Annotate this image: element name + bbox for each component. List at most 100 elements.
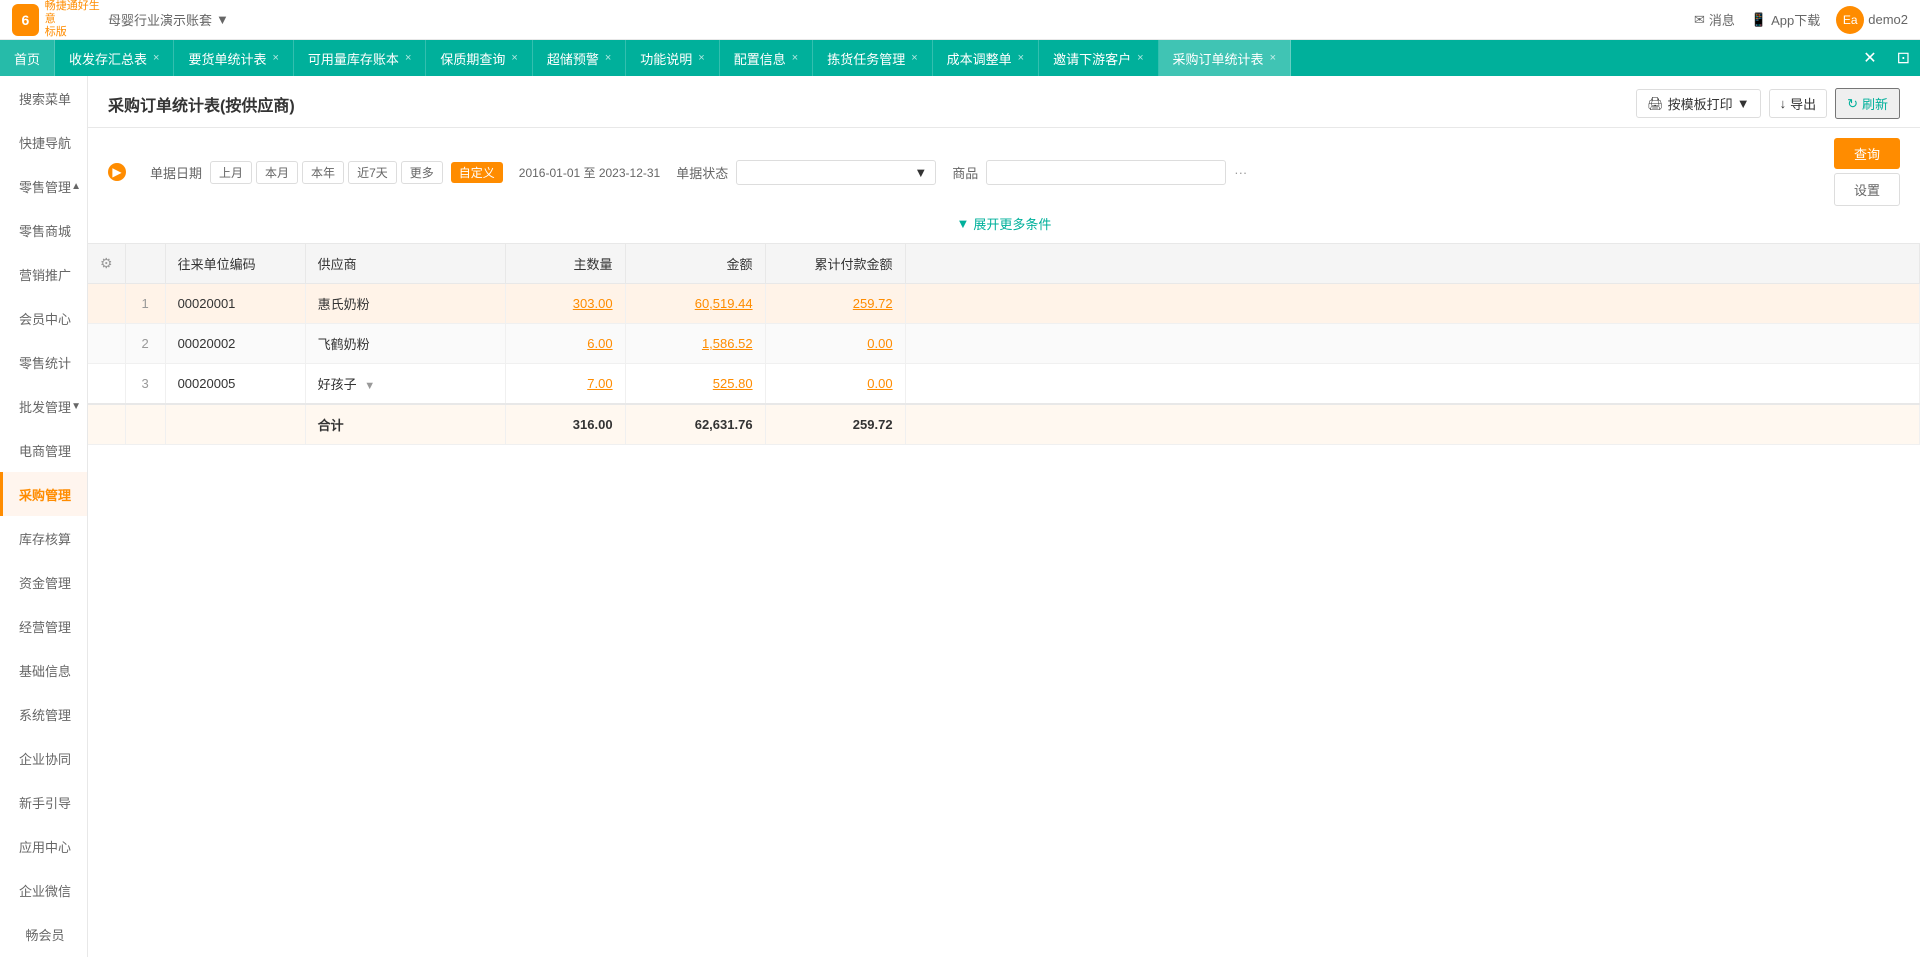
collapse-row: ▼ 展开更多条件	[108, 214, 1900, 233]
sidebar-item-retail-mgmt[interactable]: 零售管理 ▲	[0, 164, 87, 208]
tab-chengben[interactable]: 成本调整单 ×	[933, 40, 1039, 76]
footer-paid-cell: 259.72	[765, 404, 905, 445]
col-settings: ⚙	[88, 244, 125, 284]
page-actions: 🖨 按模板打印 ▼ ↓ 导出 ↻ 刷新	[1636, 88, 1900, 119]
tab-yaohuo[interactable]: 要货单统计表 ×	[174, 40, 293, 76]
footer-qty-cell: 316.00	[505, 404, 625, 445]
sidebar-item-system[interactable]: 系统管理	[0, 693, 87, 737]
sidebar-item-wechat[interactable]: 企业微信	[0, 869, 87, 913]
close-icon[interactable]: ×	[605, 52, 611, 64]
row-paid-cell: 0.00	[765, 324, 905, 364]
sidebar-item-retail-shop[interactable]: 零售商城	[0, 208, 87, 252]
tab-yaoqing[interactable]: 邀请下游客户 ×	[1039, 40, 1158, 76]
close-icon[interactable]: ×	[405, 52, 411, 64]
tab-peizhi[interactable]: 配置信息 ×	[720, 40, 813, 76]
date-range-item: 2016-01-01 至 2023-12-31	[519, 164, 660, 181]
date-more-button[interactable]: 更多	[401, 161, 443, 184]
page-header: 采购订单统计表(按供应商) 🖨 按模板打印 ▼ ↓ 导出 ↻ 刷新	[88, 76, 1920, 128]
top-right: ✉ 消息 📱 App下载 Ea demo2	[1694, 6, 1908, 34]
tab-home[interactable]: 首页	[0, 40, 55, 76]
app-download-button[interactable]: 📱 App下载	[1751, 10, 1820, 29]
sidebar-item-finance[interactable]: 资金管理	[0, 561, 87, 605]
sidebar-item-wholesale[interactable]: 批发管理 ▼	[0, 384, 87, 428]
close-icon[interactable]: ×	[911, 52, 917, 64]
sidebar-item-marketing[interactable]: 营销推广	[0, 252, 87, 296]
sidebar-item-member2[interactable]: 畅会员	[0, 913, 87, 957]
close-icon[interactable]: ×	[698, 52, 704, 64]
tab-chaochuyujing[interactable]: 超储预警 ×	[533, 40, 626, 76]
workspace-selector[interactable]: 母婴行业演示账套 ▼	[108, 10, 229, 29]
ellipsis-icon[interactable]: ···	[1234, 165, 1247, 180]
chevron-down-icon: ▲	[71, 181, 81, 192]
maximize-button[interactable]: ⊡	[1887, 40, 1920, 76]
custom-date-badge[interactable]: 自定义	[451, 162, 503, 183]
sidebar-item-basic-info[interactable]: 基础信息	[0, 649, 87, 693]
close-icon[interactable]: ×	[511, 52, 517, 64]
tab-gongneng[interactable]: 功能说明 ×	[626, 40, 719, 76]
expand-more-button[interactable]: ▼ 展开更多条件	[957, 214, 1052, 233]
date-this-month-button[interactable]: 本月	[256, 161, 298, 184]
export-button[interactable]: ↓ 导出	[1769, 89, 1828, 118]
chevron-down-icon: ▼	[1737, 96, 1750, 111]
table-container: ⚙ 往来单位编码 供应商 主数量 金额	[88, 244, 1920, 957]
table-row[interactable]: 2 00020002 飞鹤奶粉 6.00 1,586.52 0.00	[88, 324, 1920, 364]
message-button[interactable]: ✉ 消息	[1694, 10, 1735, 29]
close-icon[interactable]: ×	[1137, 52, 1143, 64]
sidebar-item-inventory[interactable]: 库存核算	[0, 516, 87, 560]
close-icon[interactable]: ×	[792, 52, 798, 64]
export-icon: ↓	[1780, 96, 1787, 111]
sidebar-item-search[interactable]: 搜索菜单	[0, 76, 87, 120]
row-qty-cell: 7.00	[505, 364, 625, 405]
gear-icon[interactable]: ⚙	[100, 255, 113, 271]
tab-shoufacun[interactable]: 收发存汇总表 ×	[55, 40, 174, 76]
table-footer-row: 合计 316.00 62,631.76 259.72	[88, 404, 1920, 445]
close-icon[interactable]: ×	[1270, 52, 1276, 64]
table-row[interactable]: 3 00020005 好孩子 ▼ 7.00 525.80 0.00	[88, 364, 1920, 405]
footer-label-cell: 合计	[305, 404, 505, 445]
footer-code-cell	[165, 404, 305, 445]
date-last-month-button[interactable]: 上月	[210, 161, 252, 184]
sidebar-item-collaboration[interactable]: 企业协同	[0, 737, 87, 781]
col-supplier-header: 供应商	[305, 244, 505, 284]
search-button[interactable]: 查询	[1834, 138, 1900, 169]
goods-input[interactable]	[986, 160, 1226, 185]
footer-empty-cell	[905, 404, 1919, 445]
refresh-button[interactable]: ↻ 刷新	[1835, 88, 1900, 119]
sidebar-item-ecommerce[interactable]: 电商管理	[0, 428, 87, 472]
tab-baozhi[interactable]: 保质期查询 ×	[426, 40, 532, 76]
table-row[interactable]: 1 00020001 惠氏奶粉 303.00 60,519.44 259.72	[88, 284, 1920, 324]
date-quick-buttons: 上月 本月 本年 近7天 更多	[210, 161, 443, 184]
logo-text: 畅捷通好生意 标版	[45, 0, 100, 39]
sidebar-item-quicknav[interactable]: 快捷导航	[0, 120, 87, 164]
row-code-cell: 00020001	[165, 284, 305, 324]
row-seq-cell: 2	[125, 324, 165, 364]
row-amount-cell: 1,586.52	[625, 324, 765, 364]
page-title: 采购订单统计表(按供应商)	[108, 92, 295, 116]
main-layout: 搜索菜单 快捷导航 零售管理 ▲ 零售商城 营销推广 会员中心 零售统计 批发管…	[0, 76, 1920, 957]
close-tab-button[interactable]: ✕	[1853, 40, 1886, 76]
sidebar-item-member[interactable]: 会员中心	[0, 296, 87, 340]
logo-icon: 6	[12, 4, 39, 36]
sidebar-item-purchase[interactable]: 采购管理	[0, 472, 87, 516]
collapse-arrow-button[interactable]: ▶	[108, 163, 126, 181]
settings-button[interactable]: 设置	[1834, 173, 1900, 206]
print-button[interactable]: 🖨 按模板打印 ▼	[1636, 89, 1760, 118]
sidebar-item-operation[interactable]: 经营管理	[0, 605, 87, 649]
tab-keyongliang[interactable]: 可用量库存账本 ×	[294, 40, 426, 76]
user-area[interactable]: Ea demo2	[1836, 6, 1908, 34]
row-qty-cell: 303.00	[505, 284, 625, 324]
row-supplier-cell: 惠氏奶粉	[305, 284, 505, 324]
close-icon[interactable]: ×	[1018, 52, 1024, 64]
sidebar-item-retail-stats[interactable]: 零售统计	[0, 340, 87, 384]
date-7days-button[interactable]: 近7天	[348, 161, 397, 184]
sidebar-item-guide[interactable]: 新手引导	[0, 781, 87, 825]
status-dropdown[interactable]: ▼	[736, 160, 936, 185]
data-table: ⚙ 往来单位编码 供应商 主数量 金额	[88, 244, 1920, 445]
tab-jianhuo[interactable]: 拣货任务管理 ×	[813, 40, 932, 76]
date-range-text: 2016-01-01 至 2023-12-31	[519, 164, 660, 181]
tab-caigou-active[interactable]: 采购订单统计表 ×	[1159, 40, 1291, 76]
sidebar-item-appcenter[interactable]: 应用中心	[0, 825, 87, 869]
close-icon[interactable]: ×	[272, 52, 278, 64]
close-icon[interactable]: ×	[153, 52, 159, 64]
date-this-year-button[interactable]: 本年	[302, 161, 344, 184]
